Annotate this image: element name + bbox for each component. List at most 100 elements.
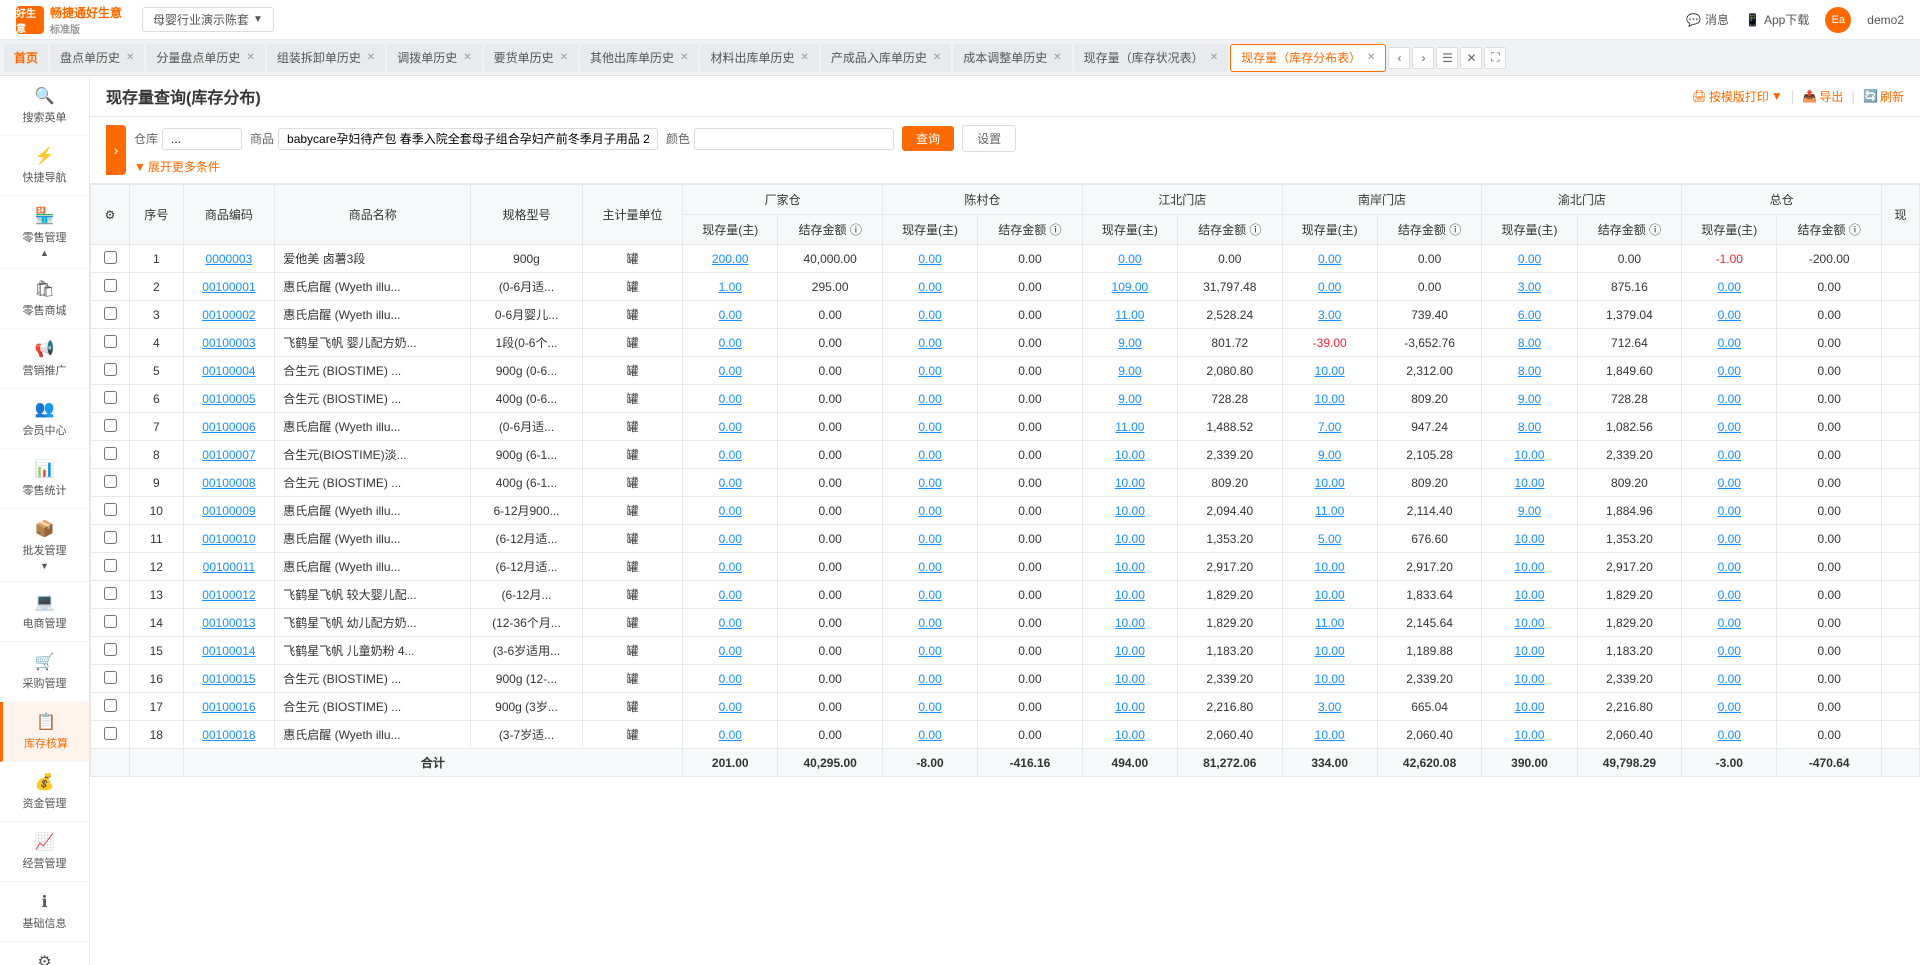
- cell-t-qty[interactable]: 0.00: [1682, 385, 1777, 413]
- cell-c4-qty[interactable]: 10.00: [1282, 581, 1377, 609]
- cell-c2-qty[interactable]: 0.00: [883, 301, 978, 329]
- cell-checkbox[interactable]: [91, 301, 130, 329]
- cell-checkbox[interactable]: [91, 385, 130, 413]
- sidebar-item-system[interactable]: ⚙ 系统管理: [0, 942, 89, 965]
- cell-checkbox[interactable]: [91, 441, 130, 469]
- cell-c5-qty[interactable]: 0.00: [1482, 245, 1577, 273]
- cell-c5-qty[interactable]: 10.00: [1482, 637, 1577, 665]
- cell-c5-qty[interactable]: 10.00: [1482, 693, 1577, 721]
- cell-checkbox[interactable]: [91, 581, 130, 609]
- cell-c5-qty[interactable]: 3.00: [1482, 273, 1577, 301]
- sidebar-item-wholesale[interactable]: 📦 批发管理 ▼: [0, 509, 89, 582]
- tab-9[interactable]: 成本调整单历史 ✕: [953, 44, 1071, 72]
- cell-c1-qty[interactable]: 0.00: [683, 693, 778, 721]
- cell-t-qty[interactable]: 0.00: [1682, 525, 1777, 553]
- expand-conditions-btn[interactable]: ▼ 展开更多条件: [134, 158, 1904, 175]
- cell-t-qty[interactable]: 0.00: [1682, 273, 1777, 301]
- cell-c3-qty[interactable]: 11.00: [1082, 301, 1177, 329]
- cell-c1-qty[interactable]: 0.00: [683, 721, 778, 749]
- cell-checkbox[interactable]: [91, 693, 130, 721]
- cell-c4-qty[interactable]: 10.00: [1282, 637, 1377, 665]
- cell-c1-qty[interactable]: 0.00: [683, 357, 778, 385]
- cell-c5-qty[interactable]: 8.00: [1482, 329, 1577, 357]
- tab-close-7[interactable]: ✕: [800, 52, 808, 63]
- cell-c5-qty[interactable]: 10.00: [1482, 581, 1577, 609]
- avatar[interactable]: Ea: [1825, 7, 1851, 33]
- cell-c1-qty[interactable]: 0.00: [683, 329, 778, 357]
- cell-c4-qty[interactable]: 5.00: [1282, 525, 1377, 553]
- cell-checkbox[interactable]: [91, 357, 130, 385]
- cell-c4-qty[interactable]: 11.00: [1282, 497, 1377, 525]
- tab-close-4[interactable]: ✕: [463, 52, 471, 63]
- cell-t-qty[interactable]: 0.00: [1682, 581, 1777, 609]
- cell-c3-qty[interactable]: 9.00: [1082, 329, 1177, 357]
- msg-btn[interactable]: 💬 消息: [1686, 11, 1729, 28]
- sidebar-item-finance[interactable]: 💰 资金管理: [0, 762, 89, 822]
- cell-c3-qty[interactable]: 9.00: [1082, 357, 1177, 385]
- sidebar-item-retail-mgmt[interactable]: 🏪 零售管理 ▲: [0, 196, 89, 269]
- cell-c1-qty[interactable]: 1.00: [683, 273, 778, 301]
- cell-c4-qty[interactable]: 10.00: [1282, 721, 1377, 749]
- filter-expand-arrow[interactable]: ›: [106, 125, 126, 175]
- cell-c3-qty[interactable]: 0.00: [1082, 245, 1177, 273]
- sidebar-item-inventory[interactable]: 📋 库存核算: [0, 702, 89, 762]
- cell-c2-qty[interactable]: 0.00: [883, 469, 978, 497]
- warehouse-input[interactable]: [162, 128, 242, 150]
- cell-c4-qty[interactable]: 10.00: [1282, 553, 1377, 581]
- tab-5[interactable]: 要货单历史 ✕: [484, 44, 578, 72]
- cell-checkbox[interactable]: [91, 245, 130, 273]
- tab-2[interactable]: 分量盘点单历史 ✕: [146, 44, 264, 72]
- cell-t-qty[interactable]: 0.00: [1682, 441, 1777, 469]
- cell-checkbox[interactable]: [91, 637, 130, 665]
- cell-c3-qty[interactable]: 10.00: [1082, 637, 1177, 665]
- cell-c4-qty[interactable]: 10.00: [1282, 385, 1377, 413]
- cell-c3-qty[interactable]: 109.00: [1082, 273, 1177, 301]
- tab-close-2[interactable]: ✕: [246, 52, 254, 63]
- cell-c2-qty[interactable]: 0.00: [883, 497, 978, 525]
- cell-c5-qty[interactable]: 9.00: [1482, 385, 1577, 413]
- cell-c3-qty[interactable]: 10.00: [1082, 721, 1177, 749]
- cell-c5-qty[interactable]: 10.00: [1482, 441, 1577, 469]
- cell-c1-qty[interactable]: 0.00: [683, 497, 778, 525]
- cell-c4-qty[interactable]: 9.00: [1282, 441, 1377, 469]
- cell-t-qty[interactable]: 0.00: [1682, 693, 1777, 721]
- tab-close-10[interactable]: ✕: [1210, 52, 1218, 63]
- cell-t-qty[interactable]: 0.00: [1682, 553, 1777, 581]
- tab-nav-menu[interactable]: ☰: [1436, 47, 1458, 69]
- cell-c1-qty[interactable]: 0.00: [683, 665, 778, 693]
- cell-c2-qty[interactable]: 0.00: [883, 721, 978, 749]
- cell-c2-qty[interactable]: 0.00: [883, 665, 978, 693]
- cell-c1-qty[interactable]: 0.00: [683, 413, 778, 441]
- cell-checkbox[interactable]: [91, 553, 130, 581]
- sidebar-item-ecommerce[interactable]: 💻 电商管理: [0, 582, 89, 642]
- th-gear[interactable]: ⚙: [91, 185, 130, 245]
- tab-nav-prev[interactable]: ‹: [1388, 47, 1410, 69]
- sidebar-item-members[interactable]: 👥 会员中心: [0, 389, 89, 449]
- tab-close-6[interactable]: ✕: [680, 52, 688, 63]
- app-btn[interactable]: 📱 App下载: [1745, 11, 1809, 28]
- cell-t-qty[interactable]: 0.00: [1682, 637, 1777, 665]
- cell-c4-qty[interactable]: 3.00: [1282, 301, 1377, 329]
- cell-checkbox[interactable]: [91, 665, 130, 693]
- tab-3[interactable]: 组装拆卸单历史 ✕: [267, 44, 385, 72]
- cell-c1-qty[interactable]: 0.00: [683, 637, 778, 665]
- cell-c2-qty[interactable]: 0.00: [883, 441, 978, 469]
- tab-close-8[interactable]: ✕: [933, 52, 941, 63]
- cell-t-qty[interactable]: 0.00: [1682, 413, 1777, 441]
- cell-checkbox[interactable]: [91, 525, 130, 553]
- sidebar-item-nav[interactable]: ⚡ 快捷导航: [0, 136, 89, 196]
- cell-c4-qty[interactable]: 10.00: [1282, 357, 1377, 385]
- cell-t-qty[interactable]: 0.00: [1682, 301, 1777, 329]
- cell-t-qty[interactable]: -1.00: [1682, 245, 1777, 273]
- cell-c2-qty[interactable]: 0.00: [883, 245, 978, 273]
- tab-4[interactable]: 调拨单历史 ✕: [387, 44, 481, 72]
- goods-input[interactable]: [278, 128, 658, 150]
- settings-btn[interactable]: 设置: [962, 125, 1016, 152]
- sidebar-item-marketing[interactable]: 📢 营销推广: [0, 329, 89, 389]
- cell-c5-qty[interactable]: 10.00: [1482, 469, 1577, 497]
- cell-c2-qty[interactable]: 0.00: [883, 637, 978, 665]
- cell-c4-qty[interactable]: 11.00: [1282, 609, 1377, 637]
- cell-c1-qty[interactable]: 0.00: [683, 385, 778, 413]
- cell-c2-qty[interactable]: 0.00: [883, 553, 978, 581]
- tab-maximize[interactable]: ⛶: [1484, 47, 1506, 69]
